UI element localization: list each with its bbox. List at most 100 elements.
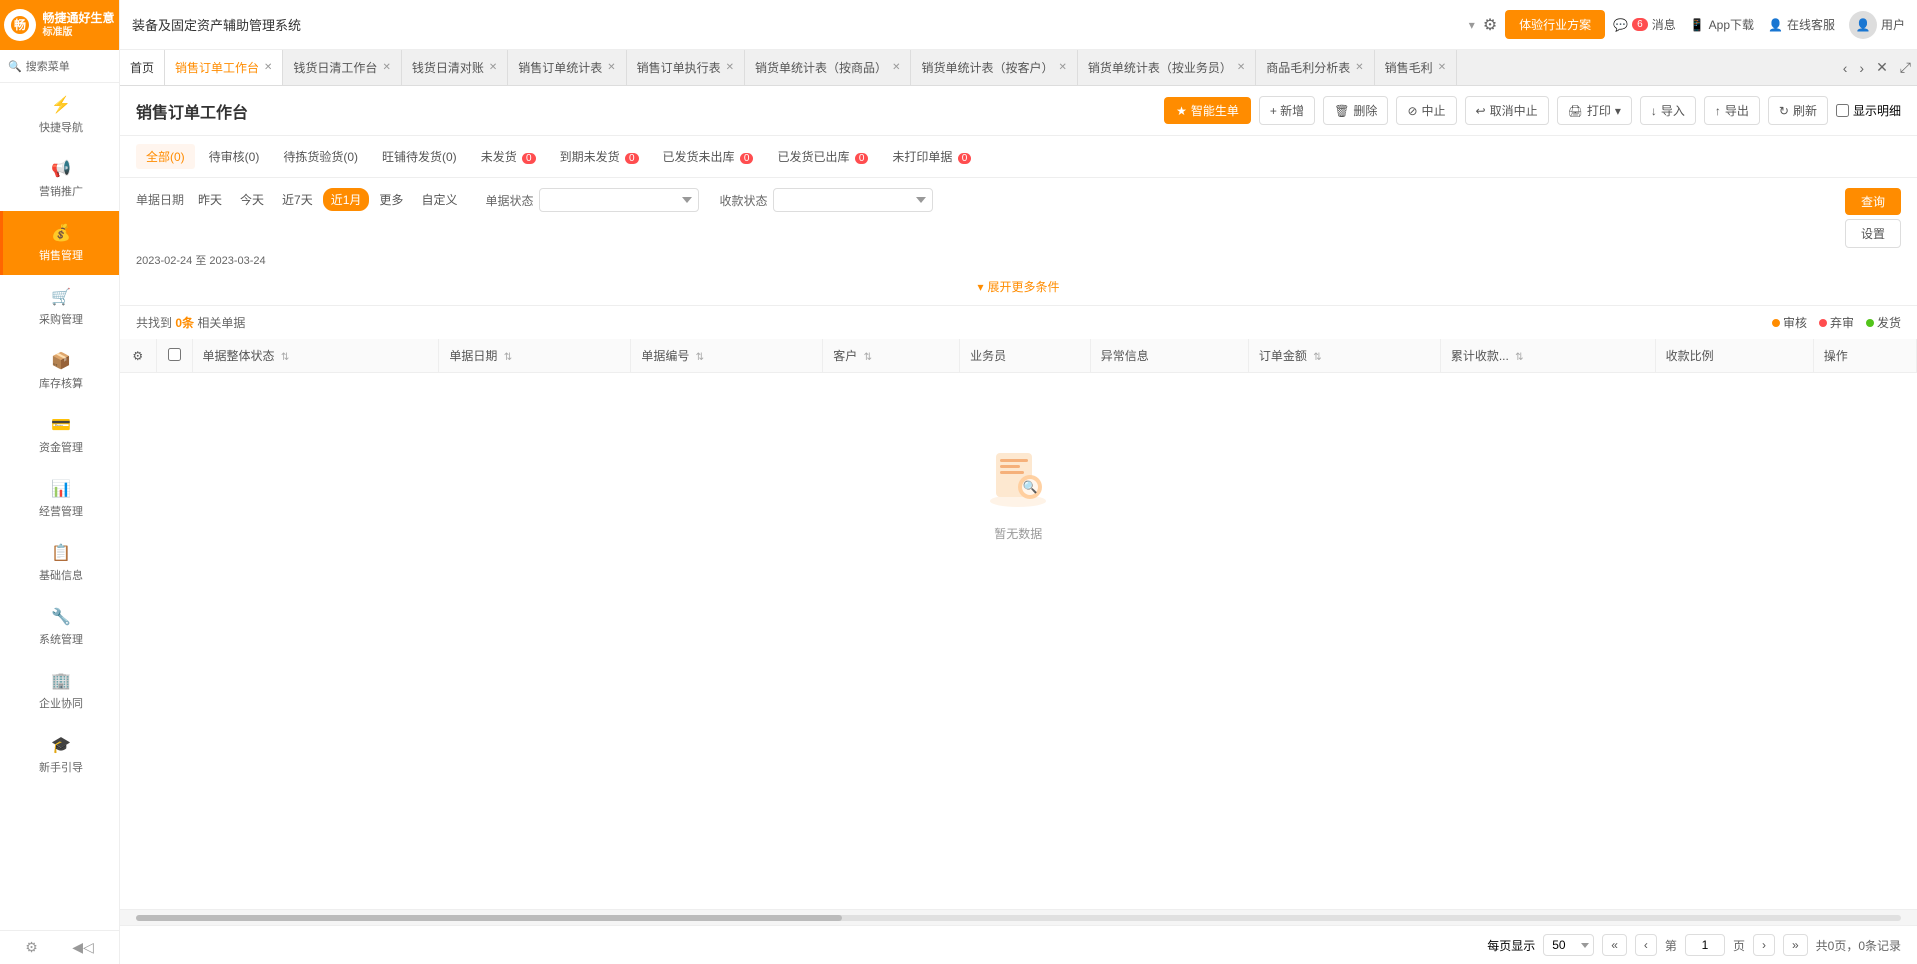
sidebar-item-purchase[interactable]: 🛒 采购管理 [0,275,119,339]
app-download-btn[interactable]: 📱 App下载 [1690,16,1754,33]
col-settings[interactable]: ⚙ [120,339,156,373]
tab-close-product-margin[interactable]: ✕ [1355,62,1363,73]
tab-next-btn[interactable]: › [1853,50,1870,85]
tab-sales-order-stats[interactable]: 销售订单统计表 ✕ [508,50,626,85]
dropdown-icon[interactable]: ▾ [1469,18,1475,32]
first-page-btn[interactable]: « [1602,934,1627,956]
col-ratio[interactable]: 收款比例 [1655,339,1813,373]
tab-close-sales-stats[interactable]: ✕ [607,62,615,73]
sidebar-item-operations[interactable]: 📊 经营管理 [0,467,119,531]
query-btn[interactable]: 查询 [1845,188,1901,215]
settings-btn[interactable]: 设置 [1845,219,1901,248]
sidebar-search[interactable]: 🔍 搜索菜单 [0,50,119,83]
tab-close-stats-staff[interactable]: ✕ [1237,62,1245,73]
col-number[interactable]: 单据编号 ⇅ [631,339,823,373]
add-btn[interactable]: + 新增 [1259,96,1315,125]
sub-tab-all[interactable]: 全部(0) [136,144,195,169]
refresh-btn[interactable]: ↻ 刷新 [1768,96,1828,125]
tab-close-sales-exec[interactable]: ✕ [726,62,734,73]
cancel-stop-btn[interactable]: ↩ 取消中止 [1465,96,1549,125]
date-btn-today[interactable]: 今天 [232,188,272,211]
collapse-icon[interactable]: ◀◁ [72,939,94,956]
col-staff[interactable]: 业务员 [960,339,1091,373]
col-settings-icon[interactable]: ⚙ [132,349,143,363]
date-btn-more[interactable]: 更多 [371,188,411,211]
date-btn-yesterday[interactable]: 昨天 [190,188,230,211]
status-select[interactable] [539,188,699,212]
date-btn-custom[interactable]: 自定义 [413,188,465,211]
tab-close-stats-customer[interactable]: ✕ [1058,62,1066,73]
tab-close-stats-product[interactable]: ✕ [892,62,900,73]
sidebar-item-basic-info[interactable]: 📋 基础信息 [0,531,119,595]
online-service-btn[interactable]: 👤 在线客服 [1768,16,1835,33]
tab-close-sales-order[interactable]: ✕ [264,62,272,73]
tab-sales-stats-staff[interactable]: 销货单统计表（按业务员） ✕ [1078,50,1256,85]
sub-tab-pending-review[interactable]: 待审核(0) [199,144,270,169]
prev-page-btn[interactable]: ‹ [1635,934,1657,956]
col-operation[interactable]: 操作 [1813,339,1916,373]
col-checkbox[interactable] [156,339,192,373]
message-btn[interactable]: 💬 6 消息 [1613,16,1676,33]
sub-tab-shipped-not-out[interactable]: 已发货未出库 0 [653,144,764,169]
date-btn-7days[interactable]: 近7天 [274,188,321,211]
show-detail-input[interactable] [1836,104,1849,117]
col-customer[interactable]: 客户 ⇅ [823,339,960,373]
payment-select[interactable] [773,188,933,212]
user-menu[interactable]: 👤 用户 [1849,11,1905,39]
tab-sales-stats-customer[interactable]: 销货单统计表（按客户） ✕ [911,50,1077,85]
sub-tab-wangpu[interactable]: 旺铺待发货(0) [372,144,467,169]
print-btn[interactable]: 🖨 打印 ▾ [1557,96,1632,125]
last-page-btn[interactable]: » [1783,934,1808,956]
tab-maximize-btn[interactable]: ⤢ [1894,50,1917,85]
import-btn[interactable]: ↓ 导入 [1640,96,1696,125]
expand-btn[interactable]: ▾ 展开更多条件 [977,278,1059,295]
bottom-scrollbar[interactable] [120,909,1917,925]
page-input[interactable]: 1 [1685,934,1725,956]
scrollbar-thumb[interactable] [136,915,842,921]
delete-btn[interactable]: 🗑 删除 [1323,96,1388,125]
col-abnormal[interactable]: 异常信息 [1090,339,1248,373]
review-action-btn[interactable]: 审核 [1772,314,1807,331]
sidebar-item-enterprise[interactable]: 🏢 企业协同 [0,659,119,723]
sub-tab-unprinted[interactable]: 未打印单据 0 [882,144,981,169]
industry-btn[interactable]: 体验行业方案 [1505,10,1605,39]
tab-cash-daily[interactable]: 钱货日清工作台 ✕ [283,50,401,85]
sidebar-item-newbie[interactable]: 🎓 新手引导 [0,723,119,787]
tab-sales-stats-product[interactable]: 销货单统计表（按商品） ✕ [745,50,911,85]
tab-close-sales-profit[interactable]: ✕ [1438,62,1446,73]
tab-product-margin[interactable]: 商品毛利分析表 ✕ [1256,50,1374,85]
date-btn-1month[interactable]: 近1月 [323,188,370,211]
export-btn[interactable]: ↑ 导出 [1704,96,1760,125]
show-detail-checkbox[interactable]: 显示明细 [1836,102,1901,119]
sub-tab-overdue-unshipped[interactable]: 到期未发货 0 [550,144,649,169]
sub-tab-pending-inspect[interactable]: 待拣货验货(0) [273,144,368,169]
sidebar-item-inventory[interactable]: 📦 库存核算 [0,339,119,403]
col-date[interactable]: 单据日期 ⇅ [439,339,631,373]
tab-sales-order-workbench[interactable]: 销售订单工作台 ✕ [165,50,283,85]
next-page-btn[interactable]: › [1753,934,1775,956]
per-page-select[interactable]: 50 100 200 [1543,934,1594,956]
scrollbar-track[interactable] [136,915,1901,921]
topbar-settings-icon[interactable]: ⚙ [1483,15,1497,35]
stop-btn[interactable]: ⊘ 中止 [1396,96,1456,125]
select-all-checkbox[interactable] [168,348,181,361]
sidebar-item-quick-nav[interactable]: ⚡ 快捷导航 [0,83,119,147]
settings-bottom-icon[interactable]: ⚙ [25,939,38,956]
col-collected[interactable]: 累计收款... ⇅ [1440,339,1655,373]
col-amount[interactable]: 订单金额 ⇅ [1248,339,1440,373]
sub-tab-shipped-out[interactable]: 已发货已出库 0 [767,144,878,169]
smart-generate-btn[interactable]: ★ 智能生单 [1164,97,1251,124]
tab-close-all-btn[interactable]: ✕ [1870,50,1894,85]
tab-sales-order-exec[interactable]: 销售订单执行表 ✕ [627,50,745,85]
sidebar-item-sales[interactable]: 💰 销售管理 [0,211,119,275]
sidebar-item-system[interactable]: 🔧 系统管理 [0,595,119,659]
tab-cash-reconcile[interactable]: 钱货日清对账 ✕ [402,50,508,85]
sidebar-item-finance[interactable]: 💳 资金管理 [0,403,119,467]
tab-home[interactable]: 首页 [120,50,165,85]
tab-close-cash-daily[interactable]: ✕ [382,62,390,73]
tab-close-cash-reconcile[interactable]: ✕ [489,62,497,73]
sub-tab-unshipped[interactable]: 未发货 0 [471,144,546,169]
tab-sales-profit[interactable]: 销售毛利 ✕ [1375,50,1457,85]
col-status[interactable]: 单据整体状态 ⇅ [192,339,439,373]
cancel-review-action-btn[interactable]: 弃审 [1819,314,1854,331]
